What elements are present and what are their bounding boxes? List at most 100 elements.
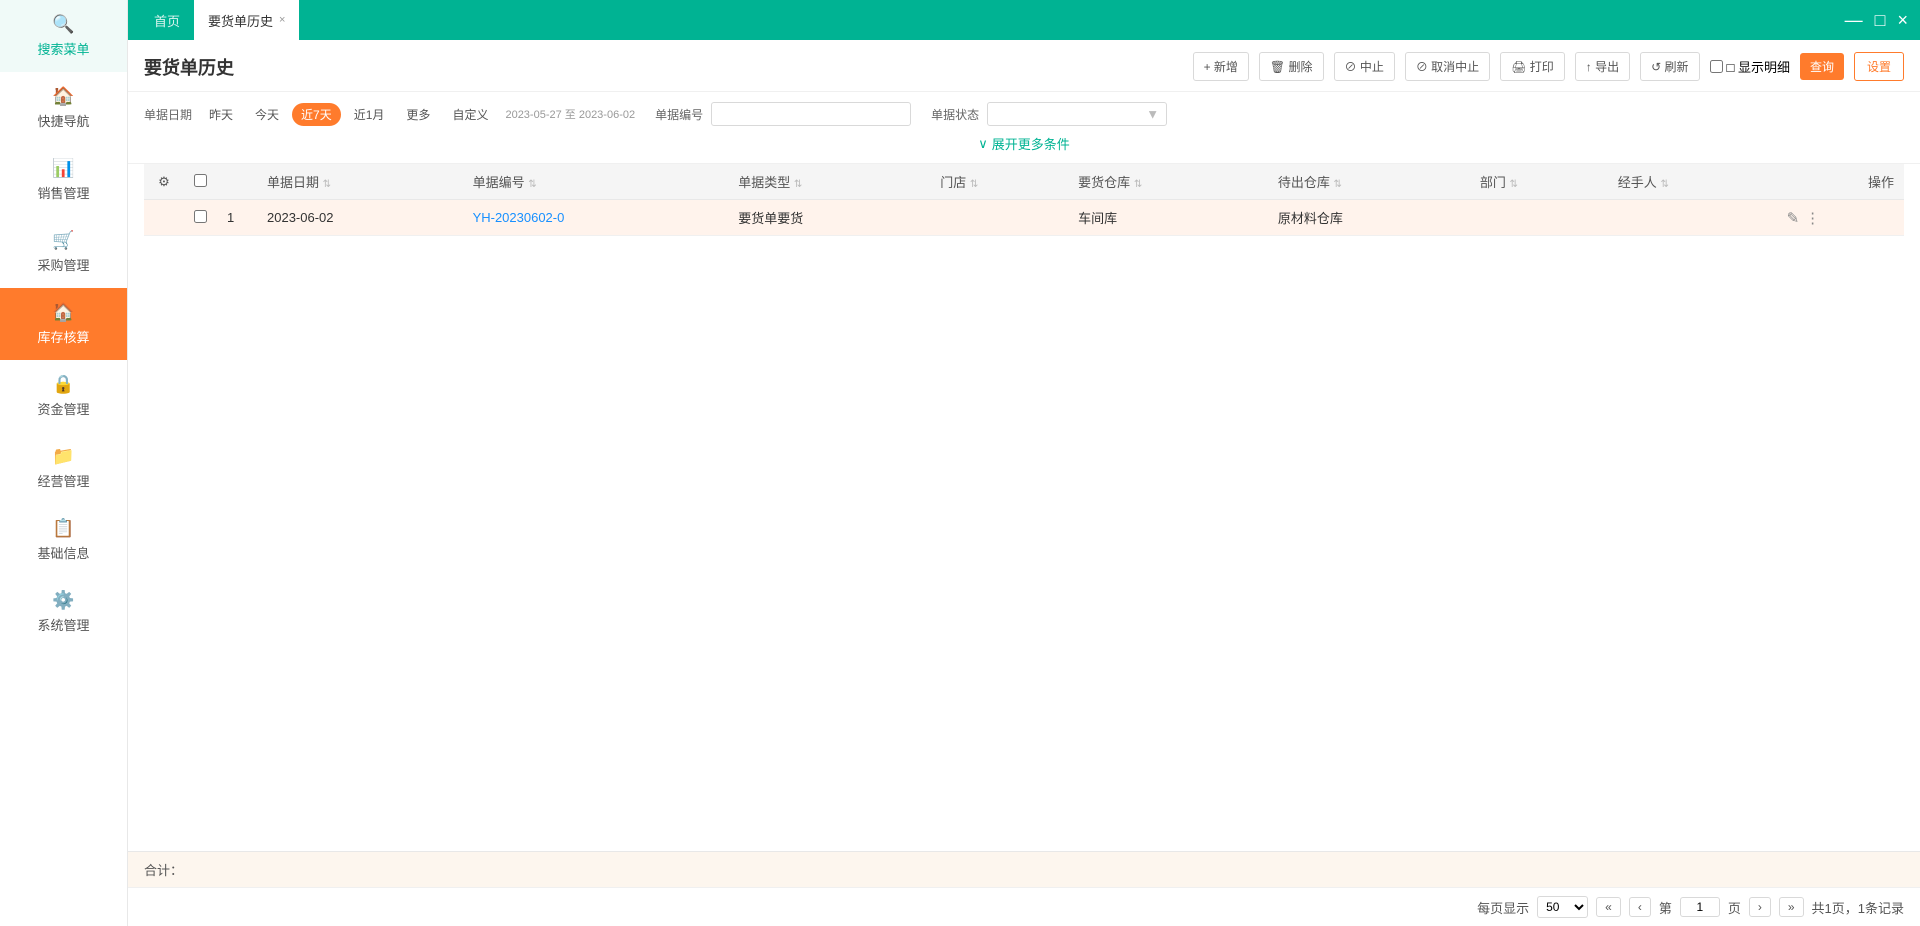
sidebar-label-operations: 经营管理 [37,471,89,490]
sidebar-label-search-menu: 搜索菜单 [37,39,89,58]
cell-operation-0: ✎ ⋮ [1777,200,1904,236]
th-checkbox [184,164,217,200]
sidebar-icon-purchase: 🛒 [52,230,74,251]
stop-button[interactable]: ⊘ 中止 [1334,52,1395,81]
sidebar-icon-operations: 📁 [52,446,74,467]
sidebar-icon-sales: 📊 [52,158,74,179]
sidebar-item-system[interactable]: ⚙️系统管理 [0,576,127,648]
expand-more-btn[interactable]: ∨ 展开更多条件 [144,134,1904,153]
th-req-warehouse-label: 要货仓库 [1078,175,1130,190]
next-page-btn[interactable]: › [1749,897,1771,917]
tab-home[interactable]: 首页 [140,0,194,40]
sidebar-item-basic-info[interactable]: 📋基础信息 [0,504,127,576]
th-handler-label: 经手人 [1618,175,1657,190]
per-page-select[interactable]: 50 100 200 [1537,896,1588,918]
th-date-label: 单据日期 [267,175,319,190]
status-label: 单据状态 [931,106,979,123]
date-filter-label: 单据日期 [144,106,192,123]
th-date-sort[interactable]: ⇅ [323,179,331,190]
edit-btn-0[interactable]: ✎ [1787,209,1800,227]
show-detail-input[interactable] [1710,60,1723,73]
th-doctype-label: 单据类型 [738,175,790,190]
yesterday-btn[interactable]: 昨天 [200,103,242,126]
docno-label: 单据编号 [655,106,703,123]
sidebar-icon-finance: 🔒 [52,374,74,395]
print-button[interactable]: 🖨 打印 [1500,52,1565,81]
sidebar-item-quick-nav[interactable]: 🏠快捷导航 [0,72,127,144]
minimize-icon[interactable]: — [1845,10,1863,31]
show-detail-checkbox[interactable]: □ 显示明细 [1710,57,1790,76]
th-settings[interactable]: ⚙ [144,164,184,200]
filter-row-1: 单据日期 昨天 今天 近7天 近1月 更多 自定义 2023-05-27 至 2… [144,102,1904,126]
total-label: 共1页，1条记录 [1812,898,1904,917]
today-btn[interactable]: 今天 [246,103,288,126]
date-range-text: 2023-05-27 至 2023-06-02 [505,106,635,122]
refresh-button[interactable]: ↺ 刷新 [1640,52,1699,81]
sidebar-item-operations[interactable]: 📁 经营管理 [0,432,127,504]
export-button[interactable]: ↑ 导出 [1575,52,1630,81]
cell-docno-0[interactable]: YH-20230602-0 [463,200,729,236]
th-dept: 部门 ⇅ [1470,164,1608,200]
table-row: 1 2023-06-02 YH-20230602-0 要货单要货 车间库 原材料… [144,200,1904,236]
cell-num-0: 1 [217,200,257,236]
th-dept-sort[interactable]: ⇅ [1510,179,1518,190]
cancel-stop-button[interactable]: ⊘ 取消中止 [1405,52,1490,81]
last-page-btn[interactable]: » [1779,897,1804,917]
prev-page-btn[interactable]: ‹ [1629,897,1651,917]
sidebar-item-sales[interactable]: 📊销售管理 [0,144,127,216]
maximize-icon[interactable]: □ [1875,10,1886,31]
table-footer: 合计： [128,851,1920,887]
filter-date-group: 单据日期 昨天 今天 近7天 近1月 更多 自定义 2023-05-27 至 2… [144,103,635,126]
th-pending-warehouse-label: 待出仓库 [1278,175,1330,190]
select-all-checkbox[interactable] [194,174,207,187]
sidebar-item-search-menu[interactable]: 🔍 搜索菜单 [0,0,127,72]
month-btn[interactable]: 近1月 [345,103,394,126]
window-controls: — □ × [1845,10,1908,31]
th-handler: 经手人 ⇅ [1608,164,1777,200]
th-handler-sort[interactable]: ⇅ [1660,179,1668,190]
status-input[interactable] [987,102,1167,126]
page-header: 要货单历史 + 新增 🗑 删除 ⊘ 中止 ⊘ 取消中止 🖨 打印 ↑ 导出 ↺ … [128,40,1920,92]
th-pending-warehouse-sort[interactable]: ⇅ [1334,179,1342,190]
week-btn[interactable]: 近7天 [292,103,341,126]
first-page-btn[interactable]: « [1596,897,1621,917]
cell-doctype-0: 要货单要货 [728,200,930,236]
sidebar: 🔍 搜索菜单 🏠快捷导航📊销售管理🛒采购管理🏠库存核算🔒资金管理 📁 经营管理 📋基础信息… [0,0,128,926]
th-req-warehouse-sort[interactable]: ⇅ [1134,179,1142,190]
tab-current[interactable]: 要货单历史 × [194,0,299,40]
table-body: 1 2023-06-02 YH-20230602-0 要货单要货 车间库 原材料… [144,200,1904,236]
page-input[interactable] [1680,897,1720,917]
sidebar-item-finance[interactable]: 🔒资金管理 [0,360,127,432]
filter-docno-group: 单据编号 [655,102,911,126]
cell-checkbox-0 [184,200,217,236]
custom-btn[interactable]: 自定义 [443,103,497,126]
settings-button[interactable]: 设置 [1854,52,1904,81]
cell-dept-0 [1470,200,1608,236]
more-btn-0[interactable]: ⋮ [1805,209,1820,227]
th-pending-warehouse: 待出仓库 ⇅ [1268,164,1470,200]
th-store-sort[interactable]: ⇅ [970,179,978,190]
tab-home-label: 首页 [154,11,180,30]
row-checkbox-0[interactable] [194,210,207,223]
query-button[interactable]: 查询 [1800,53,1844,80]
th-doctype-sort[interactable]: ⇅ [794,179,802,190]
sidebar-icon-quick-nav: 🏠 [52,86,74,107]
close-icon[interactable]: × [1897,10,1908,31]
more-btn[interactable]: 更多 [397,103,439,126]
docno-input[interactable] [711,102,911,126]
docno-link-0[interactable]: YH-20230602-0 [473,210,565,225]
add-button[interactable]: + 新增 [1193,52,1249,81]
filter-bar: 单据日期 昨天 今天 近7天 近1月 更多 自定义 2023-05-27 至 2… [128,92,1920,164]
expand-more-icon: ∨ [978,136,988,152]
per-page-label: 每页显示 [1477,898,1529,917]
tab-close-icon[interactable]: × [279,14,285,26]
delete-button[interactable]: 🗑 删除 [1259,52,1324,81]
th-docno-sort[interactable]: ⇅ [528,179,536,190]
th-operation: 操作 [1777,164,1904,200]
summary-label: 合计： [144,860,183,879]
pagination: 每页显示 50 100 200 « ‹ 第 页 › » 共1页，1条记录 [128,887,1920,926]
sidebar-item-inventory[interactable]: 🏠库存核算 [0,288,127,360]
sidebar-item-purchase[interactable]: 🛒采购管理 [0,216,127,288]
table-header: ⚙ 单据日期 ⇅ 单据编号 ⇅ [144,164,1904,200]
sidebar-icon-search-menu: 🔍 [52,14,74,35]
